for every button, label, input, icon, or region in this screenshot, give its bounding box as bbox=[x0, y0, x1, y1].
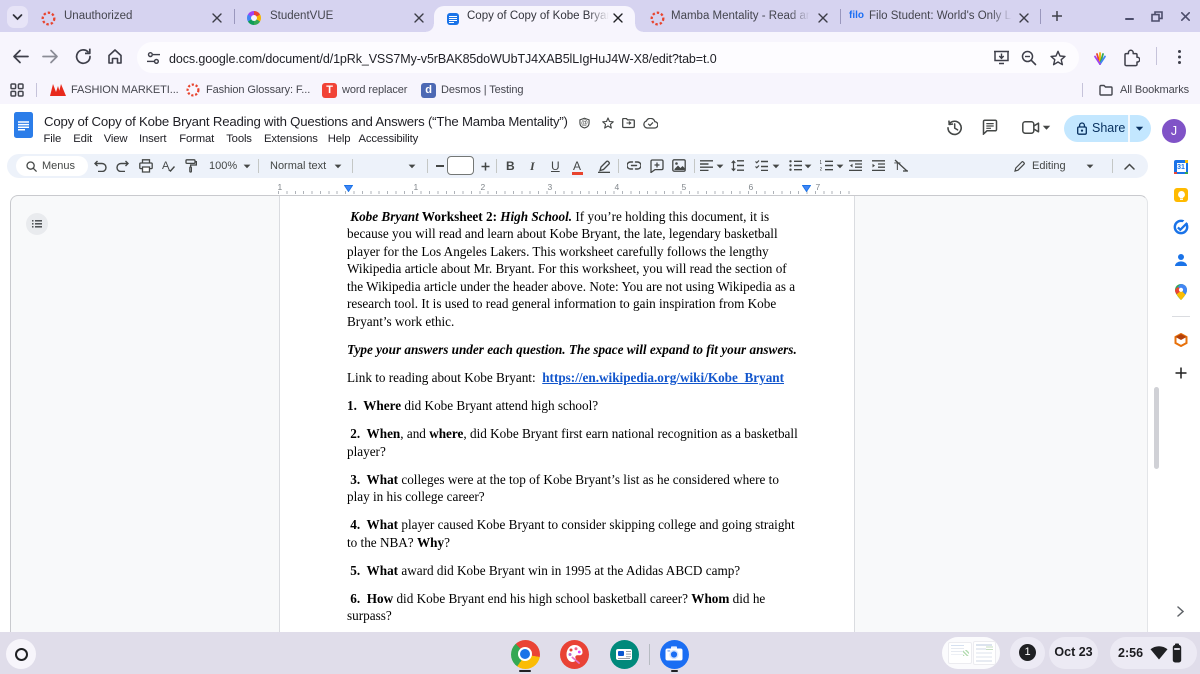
svg-text:2: 2 bbox=[820, 167, 822, 171]
svg-text:1: 1 bbox=[820, 160, 822, 166]
svg-text:@: @ bbox=[581, 120, 588, 127]
